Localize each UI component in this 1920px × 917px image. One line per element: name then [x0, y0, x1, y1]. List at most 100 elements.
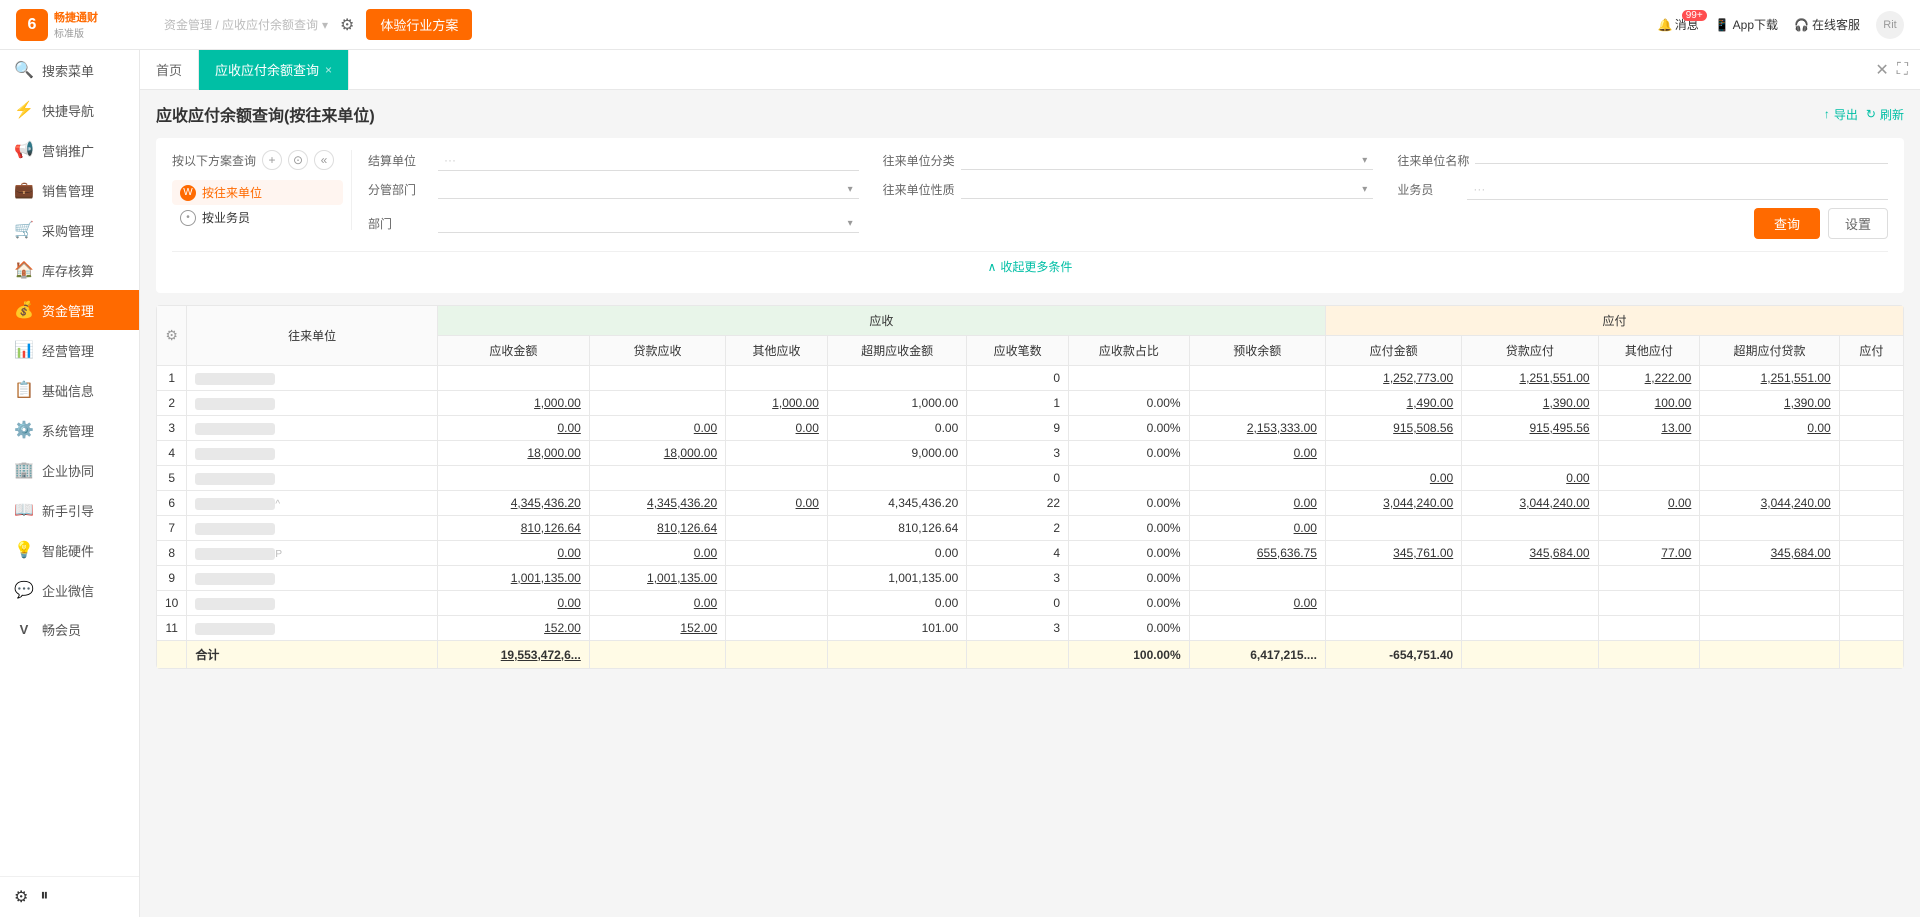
- content-area: 应收应付余额查询(按往来单位) ↑ 导出 ↻ 刷新: [140, 90, 1920, 917]
- sidebar-item-operations[interactable]: 📊 经营管理: [0, 330, 139, 370]
- field-dept: 部门 ▾: [368, 208, 859, 239]
- export-btn[interactable]: ↑ 导出: [1824, 106, 1858, 123]
- sidebar-item-wechat[interactable]: 💬 企业微信: [0, 570, 139, 610]
- field-wanglai-nature-input[interactable]: ▾: [961, 181, 1374, 199]
- quicknav-icon: ⚡: [14, 100, 34, 120]
- field-jiesuan-input[interactable]: ···: [438, 150, 859, 171]
- unit-name: [195, 573, 275, 585]
- row-unit: [187, 416, 437, 441]
- sidebar-item-smarthw[interactable]: 💡 智能硬件: [0, 530, 139, 570]
- industry-btn[interactable]: 体验行业方案: [366, 9, 472, 40]
- th-settings: ⚙: [157, 306, 187, 366]
- th-ar-count: 应收笔数: [967, 336, 1069, 366]
- tab-close-icon[interactable]: ×: [325, 63, 332, 77]
- th-ap-other: 其他应付: [1598, 336, 1700, 366]
- field-fenguan-input[interactable]: ▾: [438, 181, 859, 199]
- sales-icon: 💼: [14, 180, 34, 200]
- sidebar-item-vip[interactable]: V 畅会员: [0, 610, 139, 649]
- field-dept-label: 部门: [368, 215, 432, 232]
- settings-btn[interactable]: 设置: [1828, 208, 1888, 239]
- query-btn[interactable]: 查询: [1754, 208, 1820, 239]
- sidebar-item-marketing[interactable]: 📢 营销推广: [0, 130, 139, 170]
- sidebar-item-quicknav[interactable]: ⚡ 快捷导航: [0, 90, 139, 130]
- th-ar-amount: 应收金额: [437, 336, 589, 366]
- collapse-scheme-btn[interactable]: «: [314, 150, 334, 170]
- field-wanglai-nature-label: 往来单位性质: [883, 181, 955, 198]
- chevron-down-icon-4: ▾: [848, 218, 853, 229]
- tab-arbalance[interactable]: 应收应付余额查询 ×: [199, 50, 349, 90]
- row-no: 1: [157, 366, 187, 391]
- sidebar-settings-icon[interactable]: ⚙: [14, 887, 28, 907]
- table-settings-icon[interactable]: ⚙: [165, 327, 178, 343]
- field-jiesuan-label: 结算单位: [368, 152, 432, 169]
- th-ap-tail: 应付: [1839, 336, 1903, 366]
- row-no: 11: [157, 616, 187, 641]
- settings-icon-btn[interactable]: ⚙: [336, 11, 358, 39]
- unit-name: [195, 423, 275, 435]
- smarthw-icon: 💡: [14, 540, 34, 560]
- filter-unit-icon: W: [180, 185, 196, 201]
- sidebar-item-basicinfo[interactable]: 📋 基础信息: [0, 370, 139, 410]
- message-btn-wrap[interactable]: 🔔 消息 99+: [1658, 16, 1699, 33]
- row-unit: [187, 441, 437, 466]
- refresh-btn[interactable]: ↻ 刷新: [1866, 106, 1904, 123]
- user-avatar-area[interactable]: Rit: [1876, 11, 1904, 39]
- arbalance-tab-label: 应收应付余额查询: [215, 60, 319, 79]
- inventory-icon: 🏠: [14, 260, 34, 280]
- row-no: 10: [157, 591, 187, 616]
- total-row: 合计 19,553,472,6... 100.00% 6,417,215....…: [157, 641, 1904, 669]
- tab-bar: 首页 应收应付余额查询 × ✕ ⛶: [140, 50, 1920, 90]
- tab-home[interactable]: 首页: [140, 50, 199, 90]
- sidebar-item-sales[interactable]: 💼 销售管理: [0, 170, 139, 210]
- add-scheme-btn[interactable]: +: [262, 150, 282, 170]
- th-ar-loan: 贷款应收: [589, 336, 725, 366]
- chevron-down-icon-2: ▾: [848, 184, 853, 195]
- vip-icon: V: [14, 622, 34, 637]
- chevron-down-icon-3: ▾: [1362, 184, 1367, 195]
- row-unit: [187, 516, 437, 541]
- tab-expand-icon[interactable]: ⛶: [1897, 61, 1908, 79]
- row-no: 7: [157, 516, 187, 541]
- tab-close-window-icon[interactable]: ✕: [1875, 60, 1888, 80]
- sidebar-item-search[interactable]: 🔍 搜索菜单: [0, 50, 139, 90]
- app-download-btn[interactable]: 📱 App下载: [1715, 16, 1778, 33]
- sidebar-item-enterprise[interactable]: 🏢 企业协同: [0, 450, 139, 490]
- row-unit: [187, 391, 437, 416]
- sidebar-item-finance[interactable]: 💰 资金管理: [0, 290, 139, 330]
- field-business-input[interactable]: ···: [1467, 179, 1888, 200]
- sidebar-item-sysadmin[interactable]: ⚙️ 系统管理: [0, 410, 139, 450]
- field-dept-input[interactable]: ▾: [438, 215, 859, 233]
- filter-sales-label: 按业务员: [202, 209, 250, 226]
- sidebar-menu: 🔍 搜索菜单 ⚡ 快捷导航 📢 营销推广 💼 销售管理 🛒 采购管理 🏠: [0, 50, 139, 876]
- data-table: ⚙ 往来单位 应收 应付 应收金额 贷款应收 其他应收 超期应收金额 应收笔数: [156, 305, 1904, 669]
- search-panel: 按以下方案查询 + ⊙ « W 按往来单位 • 按业务员: [156, 138, 1904, 293]
- search-scheme-label: 按以下方案查询: [172, 152, 256, 169]
- filter-by-unit[interactable]: W 按往来单位: [172, 180, 343, 205]
- row-no: 3: [157, 416, 187, 441]
- th-ar-other: 其他应收: [726, 336, 828, 366]
- unit-name: [195, 373, 275, 385]
- filter-by-sales[interactable]: • 按业务员: [172, 205, 343, 230]
- top-bar: 6 畅捷通财 标准版 资金管理 / 应收应付余额查询 ▾ ⚙ 体验行业方案 🔔 …: [0, 0, 1920, 50]
- sidebar-item-newguide[interactable]: 📖 新手引导: [0, 490, 139, 530]
- main-content: 首页 应收应付余额查询 × ✕ ⛶ 应收应付余额查询(按往来单位) ↑ 导出: [140, 50, 1920, 917]
- sidebar-collapse-icon[interactable]: ⏸: [40, 887, 48, 907]
- avatar: Rit: [1876, 11, 1904, 39]
- sidebar-item-inventory[interactable]: 🏠 库存核算: [0, 250, 139, 290]
- field-wanglai-name-input[interactable]: [1475, 157, 1888, 164]
- message-icon: 🔔: [1658, 18, 1673, 32]
- settings-scheme-btn[interactable]: ⊙: [288, 150, 308, 170]
- sidebar: 🔍 搜索菜单 ⚡ 快捷导航 📢 营销推广 💼 销售管理 🛒 采购管理 🏠: [0, 50, 140, 917]
- collapse-bar[interactable]: ∧ 收起更多条件: [172, 251, 1888, 281]
- row-no: 5: [157, 466, 187, 491]
- breadcrumb: 资金管理 / 应收应付余额查询 ▾: [164, 16, 328, 33]
- th-group-ap: 应付: [1325, 306, 1903, 336]
- table-row: 7 810,126.64810,126.64810,126.6420.00%0.…: [157, 516, 1904, 541]
- field-wanglai-type-input[interactable]: ▾: [961, 152, 1374, 170]
- home-tab-label: 首页: [156, 60, 182, 79]
- field-wanglai-type-label: 往来单位分类: [883, 152, 955, 169]
- online-service-btn[interactable]: 🎧 在线客服: [1794, 16, 1860, 33]
- operations-icon: 📊: [14, 340, 34, 360]
- row-unit: [187, 466, 437, 491]
- sidebar-item-purchase[interactable]: 🛒 采购管理: [0, 210, 139, 250]
